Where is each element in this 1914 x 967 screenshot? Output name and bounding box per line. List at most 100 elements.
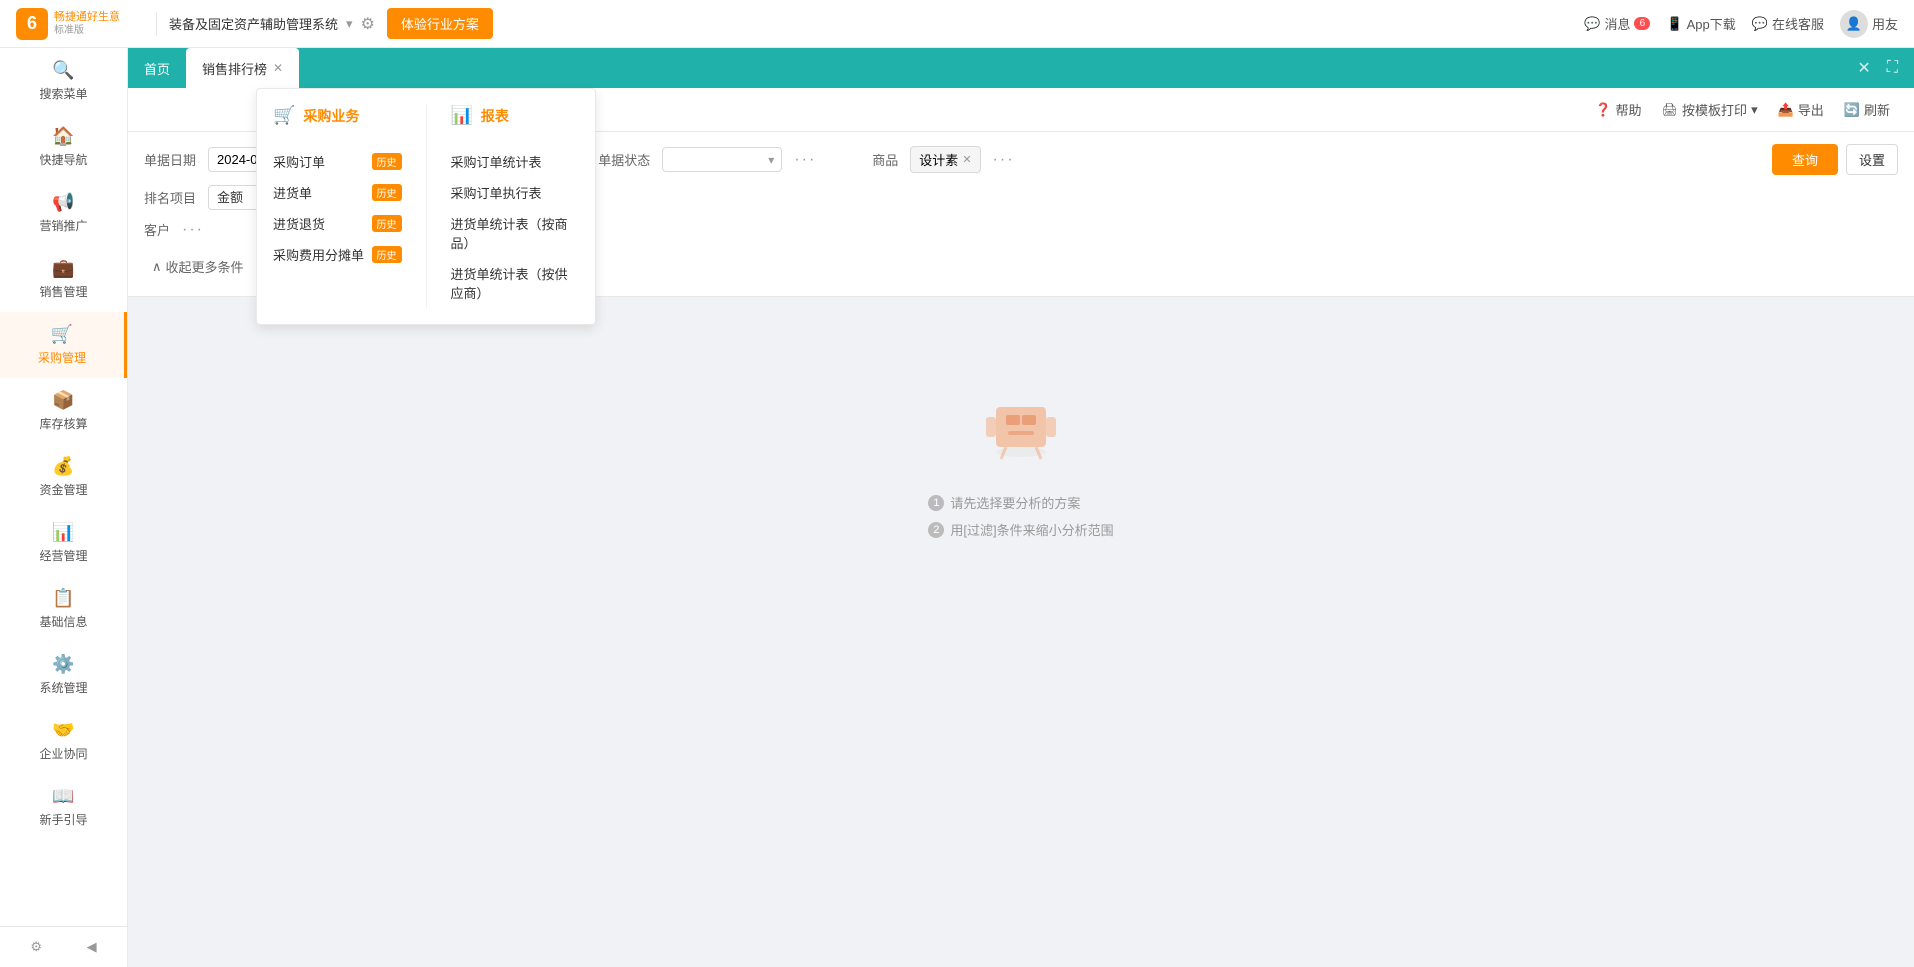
sidebar-item-collab[interactable]: 🤝 企业协同 (0, 708, 127, 774)
sidebar-item-search[interactable]: 🔍 搜索菜单 (0, 48, 127, 114)
system-icon: ⚙️ (52, 654, 74, 675)
incoming-supplier-label: 进货单统计表（按供应商） (451, 264, 580, 302)
title-dropdown-icon[interactable]: ▾ (346, 16, 353, 32)
messages-action[interactable]: 💬 消息 6 (1584, 14, 1650, 33)
purchase-business-title: 🛒 采购业务 (273, 105, 402, 134)
goods-tag-close[interactable]: ✕ (962, 153, 971, 166)
inventory-icon: 📦 (52, 390, 74, 411)
sidebar-item-guide[interactable]: 📖 新手引导 (0, 774, 127, 840)
sidebar-bottom: ⚙ ◀ (0, 926, 127, 967)
basic-icon: 📋 (52, 588, 74, 609)
online-service-action[interactable]: 💬 在线客服 (1752, 14, 1824, 33)
main-area: 🔍 搜索菜单 🏠 快捷导航 📢 营销推广 💼 销售管理 🛒 采购管理 📦 (0, 48, 1914, 967)
message-badge: 6 (1634, 17, 1650, 30)
content-area: 首页 销售排行榜 ✕ ✕ ⛶ ❓ 帮助 (128, 48, 1914, 967)
sidebar-label-sales: 销售管理 (39, 283, 87, 300)
menu-item-incoming-supplier[interactable]: 进货单统计表（按供应商） (451, 258, 580, 308)
filter-actions-right: 查询 设置 (1772, 144, 1898, 175)
status-select[interactable] (662, 147, 782, 172)
refresh-btn[interactable]: 🔄 刷新 (1836, 96, 1898, 123)
top-bar-right: 💬 消息 6 📱 App下载 💬 在线客服 👤 用友 (1584, 10, 1898, 38)
sidebar: 🔍 搜索菜单 🏠 快捷导航 📢 营销推广 💼 销售管理 🛒 采购管理 📦 (0, 48, 128, 967)
tab-actions: ✕ ⛶ (1853, 54, 1914, 82)
menu-item-return[interactable]: 进货退货 历史 (273, 208, 402, 239)
sidebar-item-inventory[interactable]: 📦 库存核算 (0, 378, 127, 444)
goods-filter-label: 商品 (872, 150, 898, 169)
sidebar-item-purchase[interactable]: 🛒 采购管理 (0, 312, 127, 378)
menu-item-incoming-goods[interactable]: 进货单统计表（按商品） (451, 208, 580, 258)
system-title-row: 装备及固定资产辅助管理系统 ▾ ⚙ (169, 14, 375, 34)
app-container: 6 畅捷通好生意 标准版 装备及固定资产辅助管理系统 ▾ ⚙ 体验行业方案 💬 … (0, 0, 1914, 967)
sidebar-label-inventory: 库存核算 (39, 415, 87, 432)
print-btn[interactable]: 🖨 按模板打印 ▾ (1654, 96, 1766, 123)
menu-item-order-stats[interactable]: 采购订单统计表 (451, 146, 580, 177)
menu-item-purchase-order[interactable]: 采购订单 历史 (273, 146, 402, 177)
sidebar-item-basic[interactable]: 📋 基础信息 (0, 576, 127, 642)
purchase-dropdown-menu: 🛒 采购业务 采购订单 历史 进货单 历史 进货退货 历史 (256, 88, 596, 325)
print-dropdown-icon[interactable]: ▾ (1751, 102, 1758, 118)
help-btn[interactable]: ❓ 帮助 (1587, 96, 1649, 123)
app-icon: 📱 (1666, 16, 1682, 32)
goods-tag[interactable]: 设计素 ✕ (910, 146, 980, 173)
user-avatar: 👤 (1840, 10, 1868, 38)
tab-home[interactable]: 首页 (128, 48, 186, 88)
top-bar: 6 畅捷通好生意 标准版 装备及固定资产辅助管理系统 ▾ ⚙ 体验行业方案 💬 … (0, 0, 1914, 48)
purchase-icon: 🛒 (51, 324, 73, 345)
menu-item-order-exec[interactable]: 采购订单执行表 (451, 177, 580, 208)
order-exec-label: 采购订单执行表 (451, 183, 542, 202)
reports-icon: 📊 (451, 105, 473, 126)
tab-bar: 首页 销售排行榜 ✕ ✕ ⛶ (128, 48, 1914, 88)
tab-expand-btn[interactable]: ⛶ (1883, 55, 1902, 81)
sidebar-label-guide: 新手引导 (39, 811, 87, 828)
sidebar-label-system: 系统管理 (39, 679, 87, 696)
rank-filter-label: 排名项目 (144, 188, 196, 207)
menu-item-expense[interactable]: 采购费用分摊单 历史 (273, 239, 402, 270)
purchase-business-label: 采购业务 (303, 106, 359, 126)
sidebar-collapse-btn[interactable]: ◀ (79, 935, 105, 959)
goods-more-icon[interactable]: ··· (993, 151, 1015, 169)
menu-item-incoming[interactable]: 进货单 历史 (273, 177, 402, 208)
status-select-wrap (662, 147, 782, 172)
tab-sales-ranking-label: 销售排行榜 (202, 59, 267, 78)
sidebar-settings-btn[interactable]: ⚙ (22, 935, 50, 959)
app-download-action[interactable]: 📱 App下载 (1666, 14, 1735, 33)
status-filter-label: 单据状态 (598, 150, 650, 169)
settings-icon[interactable]: ⚙ (361, 14, 375, 34)
collab-icon: 🤝 (52, 720, 74, 741)
tab-close-icon[interactable]: ✕ (273, 61, 283, 75)
sidebar-item-operations[interactable]: 📊 经营管理 (0, 510, 127, 576)
user-action[interactable]: 👤 用友 (1840, 10, 1898, 38)
refresh-label: 刷新 (1864, 100, 1890, 119)
empty-illustration (961, 377, 1081, 477)
industry-btn[interactable]: 体验行业方案 (387, 8, 493, 39)
export-icon: 📤 (1778, 102, 1794, 118)
sidebar-item-marketing[interactable]: 📢 营销推广 (0, 180, 127, 246)
service-icon: 💬 (1752, 16, 1768, 32)
tab-close-window-btn[interactable]: ✕ (1853, 54, 1874, 82)
service-label: 在线客服 (1772, 14, 1824, 33)
status-more-icon[interactable]: ··· (794, 151, 816, 169)
return-label: 进货退货 (273, 214, 325, 233)
sidebar-item-finance[interactable]: 💰 资金管理 (0, 444, 127, 510)
purchase-business-icon: 🛒 (273, 105, 295, 126)
empty-hint2: 用[过滤]条件来缩小分析范围 (950, 520, 1113, 539)
purchase-business-column: 🛒 采购业务 采购订单 历史 进货单 历史 进货退货 历史 (273, 105, 402, 308)
sidebar-item-sales[interactable]: 💼 销售管理 (0, 246, 127, 312)
customer-more-icon[interactable]: ··· (182, 221, 204, 239)
sidebar-item-nav[interactable]: 🏠 快捷导航 (0, 114, 127, 180)
print-icon: 🖨 (1662, 102, 1679, 118)
help-label: 帮助 (1616, 100, 1642, 119)
export-btn[interactable]: 📤 导出 (1770, 96, 1832, 123)
order-stats-label: 采购订单统计表 (451, 152, 542, 171)
tab-sales-ranking[interactable]: 销售排行榜 ✕ (186, 48, 299, 88)
tab-home-label: 首页 (144, 59, 170, 78)
home-icon: 🏠 (52, 126, 74, 147)
query-btn[interactable]: 查询 (1772, 144, 1838, 175)
logo-area: 6 畅捷通好生意 标准版 (16, 8, 144, 40)
sidebar-item-system[interactable]: ⚙️ 系统管理 (0, 642, 127, 708)
settings-btn[interactable]: 设置 (1846, 144, 1898, 175)
export-label: 导出 (1798, 100, 1824, 119)
user-name: 用友 (1872, 14, 1898, 33)
collapse-icon: ∧ (152, 259, 162, 275)
operations-icon: 📊 (52, 522, 74, 543)
